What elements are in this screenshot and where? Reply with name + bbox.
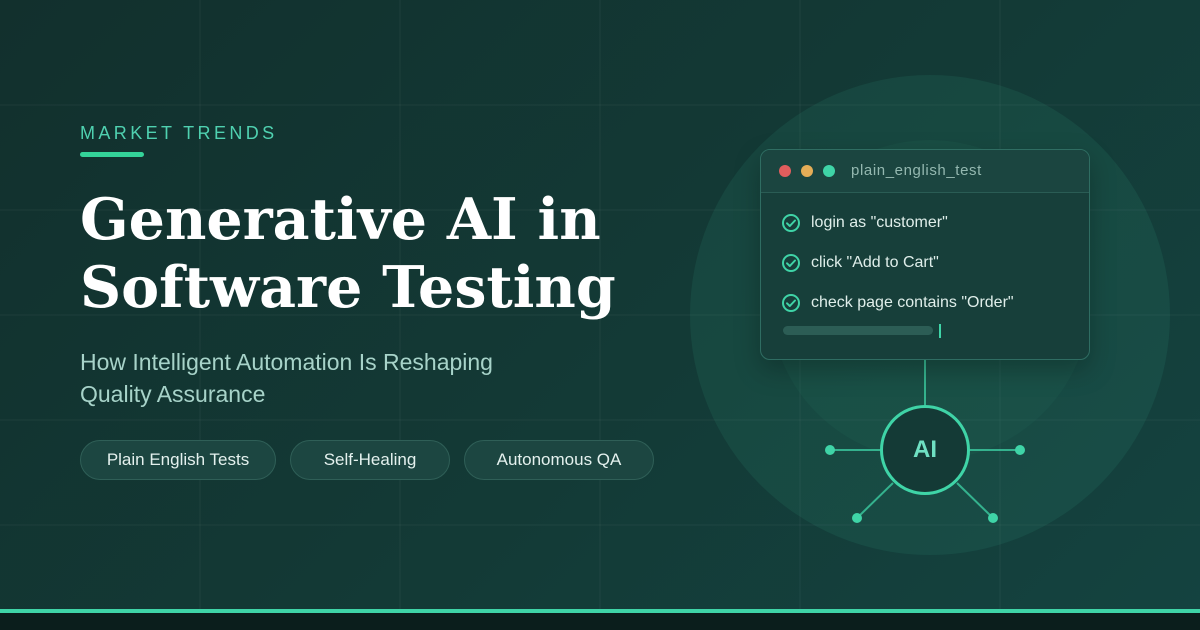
subtitle-line-1: How Intelligent Automation Is Reshaping — [80, 349, 493, 375]
test-step-text: check page contains "Order" — [811, 294, 1014, 311]
title-line-1: Generative AI in — [80, 186, 601, 253]
maximize-dot-icon — [823, 165, 835, 177]
text-cursor — [939, 324, 941, 338]
test-step: check page contains "Order" — [781, 292, 1014, 314]
eyebrow-underline — [80, 152, 144, 157]
tag-plain-english-tests: Plain English Tests — [80, 440, 276, 480]
page-title: Generative AI in Software Testing — [80, 186, 700, 322]
test-script-window: plain_english_test login as "customer" c… — [760, 149, 1090, 360]
eyebrow-label: MARKET TRENDS — [80, 123, 278, 143]
window-title: plain_english_test — [851, 162, 982, 179]
minimize-dot-icon — [801, 165, 813, 177]
subtitle: How Intelligent Automation Is Reshaping … — [80, 346, 493, 410]
tag-autonomous-qa: Autonomous QA — [464, 440, 654, 480]
test-step: click "Add to Cart" — [781, 252, 939, 274]
check-circle-icon — [782, 214, 800, 232]
ai-node-label: AI — [913, 436, 937, 463]
close-dot-icon — [779, 165, 791, 177]
check-circle-icon — [782, 294, 800, 312]
ai-node: AI — [880, 405, 970, 495]
check-circle-icon — [782, 254, 800, 272]
bottom-band — [0, 613, 1200, 630]
test-step-text: click "Add to Cart" — [811, 254, 939, 271]
title-line-2: Software Testing — [80, 254, 616, 321]
test-step-text: login as "customer" — [811, 214, 948, 231]
window-title-bar: plain_english_test — [761, 150, 1089, 193]
tag-self-healing: Self-Healing — [290, 440, 450, 480]
typing-progress-bar — [783, 326, 933, 335]
test-step: login as "customer" — [781, 212, 948, 234]
subtitle-line-2: Quality Assurance — [80, 381, 266, 407]
